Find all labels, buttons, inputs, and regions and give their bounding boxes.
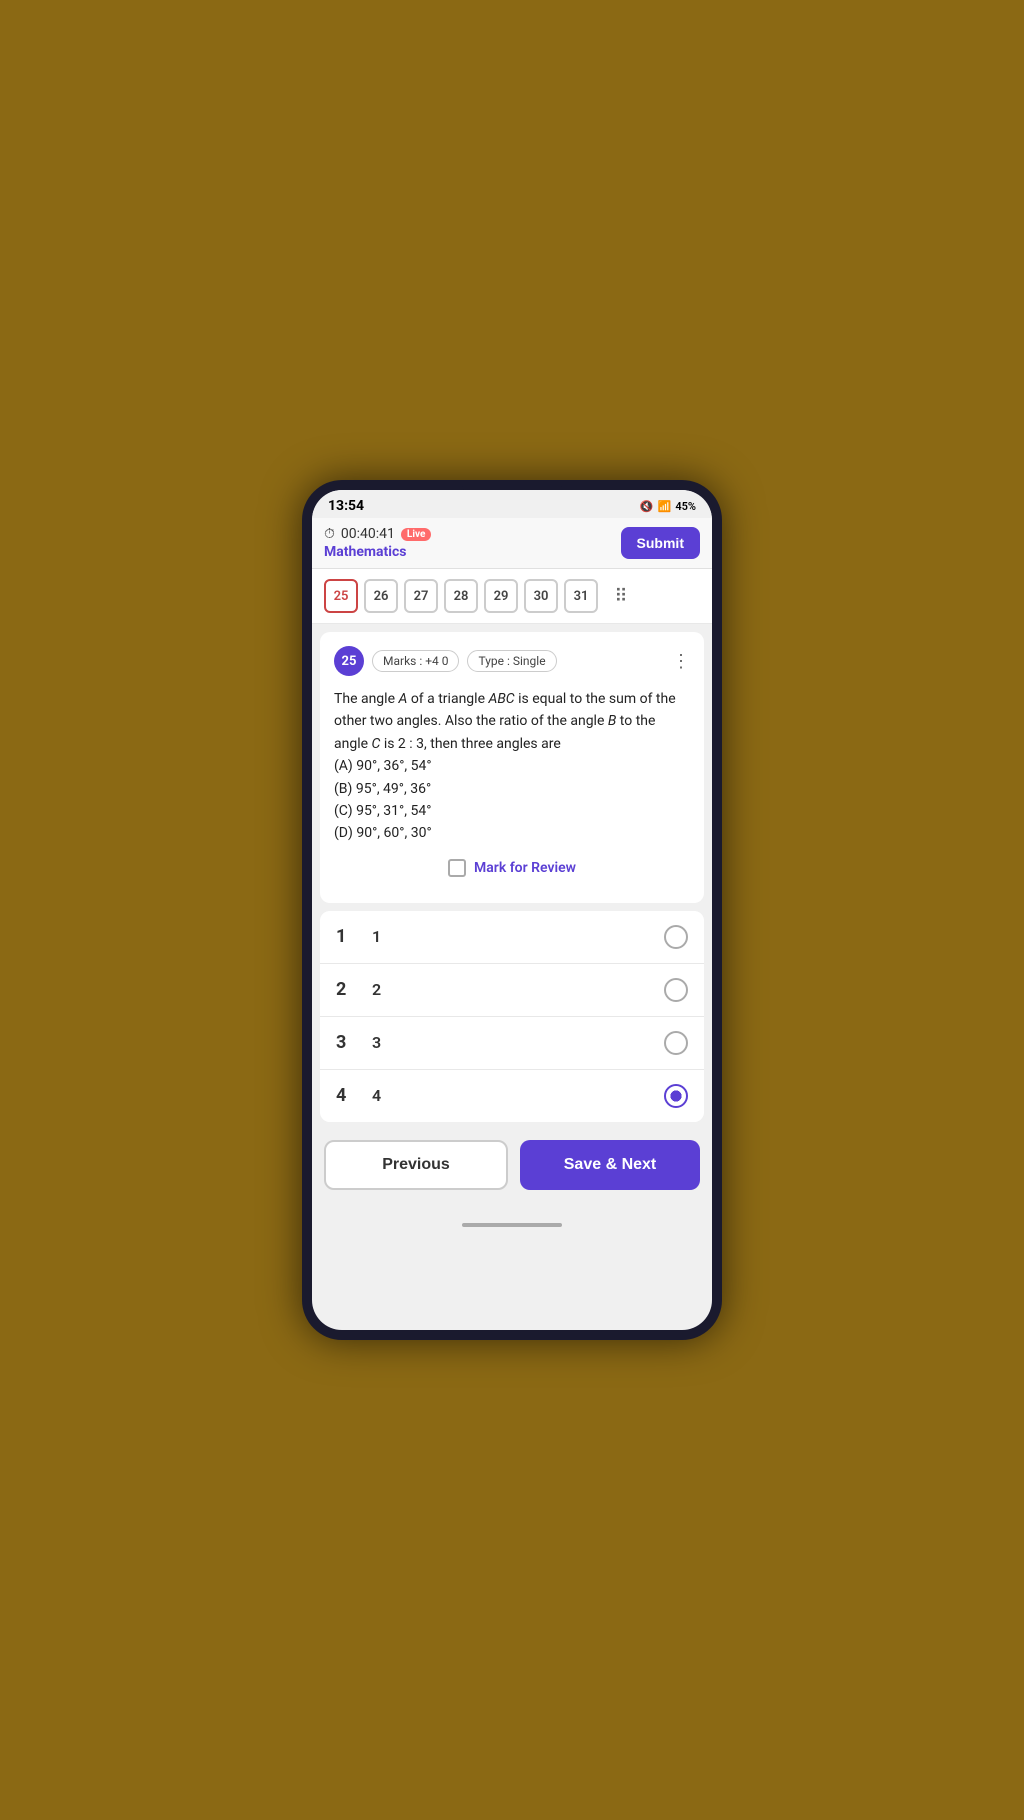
review-checkbox[interactable] <box>448 859 466 877</box>
nav-item-28[interactable]: 28 <box>444 579 478 613</box>
type-badge: Type : Single <box>467 650 556 672</box>
timer-row: ⏱ 00:40:41 Live <box>324 526 431 542</box>
option-num-2: 2 <box>336 979 360 1000</box>
phone-screen: 13:54 🔇 📶 45% ⏱ 00:40:41 Live Mathematic… <box>312 490 712 1330</box>
status-icons: 🔇 📶 45% <box>640 500 696 513</box>
review-label: Mark for Review <box>474 860 576 876</box>
question-text: The angle A of a triangle ABC is equal t… <box>334 688 690 845</box>
option-radio-2[interactable] <box>664 978 688 1002</box>
timer-display: 00:40:41 <box>341 526 395 542</box>
option-row-1[interactable]: 1 1 <box>320 911 704 964</box>
nav-item-26[interactable]: 26 <box>364 579 398 613</box>
options-area: 1 1 2 2 3 3 4 4 <box>320 911 704 1122</box>
nav-item-31[interactable]: 31 <box>564 579 598 613</box>
nav-item-25[interactable]: 25 <box>324 579 358 613</box>
grid-view-icon[interactable]: ⠿ <box>604 579 638 613</box>
option-text-1: 1 <box>372 927 652 946</box>
nav-item-27[interactable]: 27 <box>404 579 438 613</box>
option-radio-4[interactable] <box>664 1084 688 1108</box>
nav-item-29[interactable]: 29 <box>484 579 518 613</box>
mark-for-review[interactable]: Mark for Review <box>334 859 690 877</box>
option-text-3: 3 <box>372 1033 652 1052</box>
more-options-icon[interactable]: ⋮ <box>672 651 690 672</box>
status-time: 13:54 <box>328 498 364 514</box>
submit-button[interactable]: Submit <box>621 527 700 559</box>
question-nav: 25 26 27 28 29 30 31 ⠿ <box>312 569 712 624</box>
option-text-2: 2 <box>372 980 652 999</box>
live-badge: Live <box>401 528 431 541</box>
question-area: 25 Marks : +4 0 Type : Single ⋮ The angl… <box>320 632 704 903</box>
previous-button[interactable]: Previous <box>324 1140 508 1190</box>
mute-icon: 🔇 <box>640 500 654 513</box>
home-indicator <box>312 1206 712 1237</box>
option-row-2[interactable]: 2 2 <box>320 964 704 1017</box>
option-num-1: 1 <box>336 926 360 947</box>
app-header: ⏱ 00:40:41 Live Mathematics Submit <box>312 518 712 569</box>
option-num-4: 4 <box>336 1085 360 1106</box>
battery-icon: 45% <box>675 500 696 513</box>
question-meta: 25 Marks : +4 0 Type : Single ⋮ <box>334 646 690 676</box>
nav-item-30[interactable]: 30 <box>524 579 558 613</box>
marks-badge: Marks : +4 0 <box>372 650 459 672</box>
option-radio-1[interactable] <box>664 925 688 949</box>
home-bar <box>462 1223 562 1227</box>
question-number-badge: 25 <box>334 646 364 676</box>
subject-label: Mathematics <box>324 544 431 560</box>
save-next-button[interactable]: Save & Next <box>520 1140 700 1190</box>
option-row-3[interactable]: 3 3 <box>320 1017 704 1070</box>
phone-frame: 13:54 🔇 📶 45% ⏱ 00:40:41 Live Mathematic… <box>302 480 722 1340</box>
timer-icon: ⏱ <box>324 526 335 542</box>
option-text-4: 4 <box>372 1086 652 1105</box>
signal-icon: 📶 <box>658 500 672 513</box>
option-num-3: 3 <box>336 1032 360 1053</box>
bottom-buttons: Previous Save & Next <box>312 1130 712 1206</box>
header-left: ⏱ 00:40:41 Live Mathematics <box>324 526 431 560</box>
option-row-4[interactable]: 4 4 <box>320 1070 704 1122</box>
status-bar: 13:54 🔇 📶 45% <box>312 490 712 518</box>
option-radio-3[interactable] <box>664 1031 688 1055</box>
